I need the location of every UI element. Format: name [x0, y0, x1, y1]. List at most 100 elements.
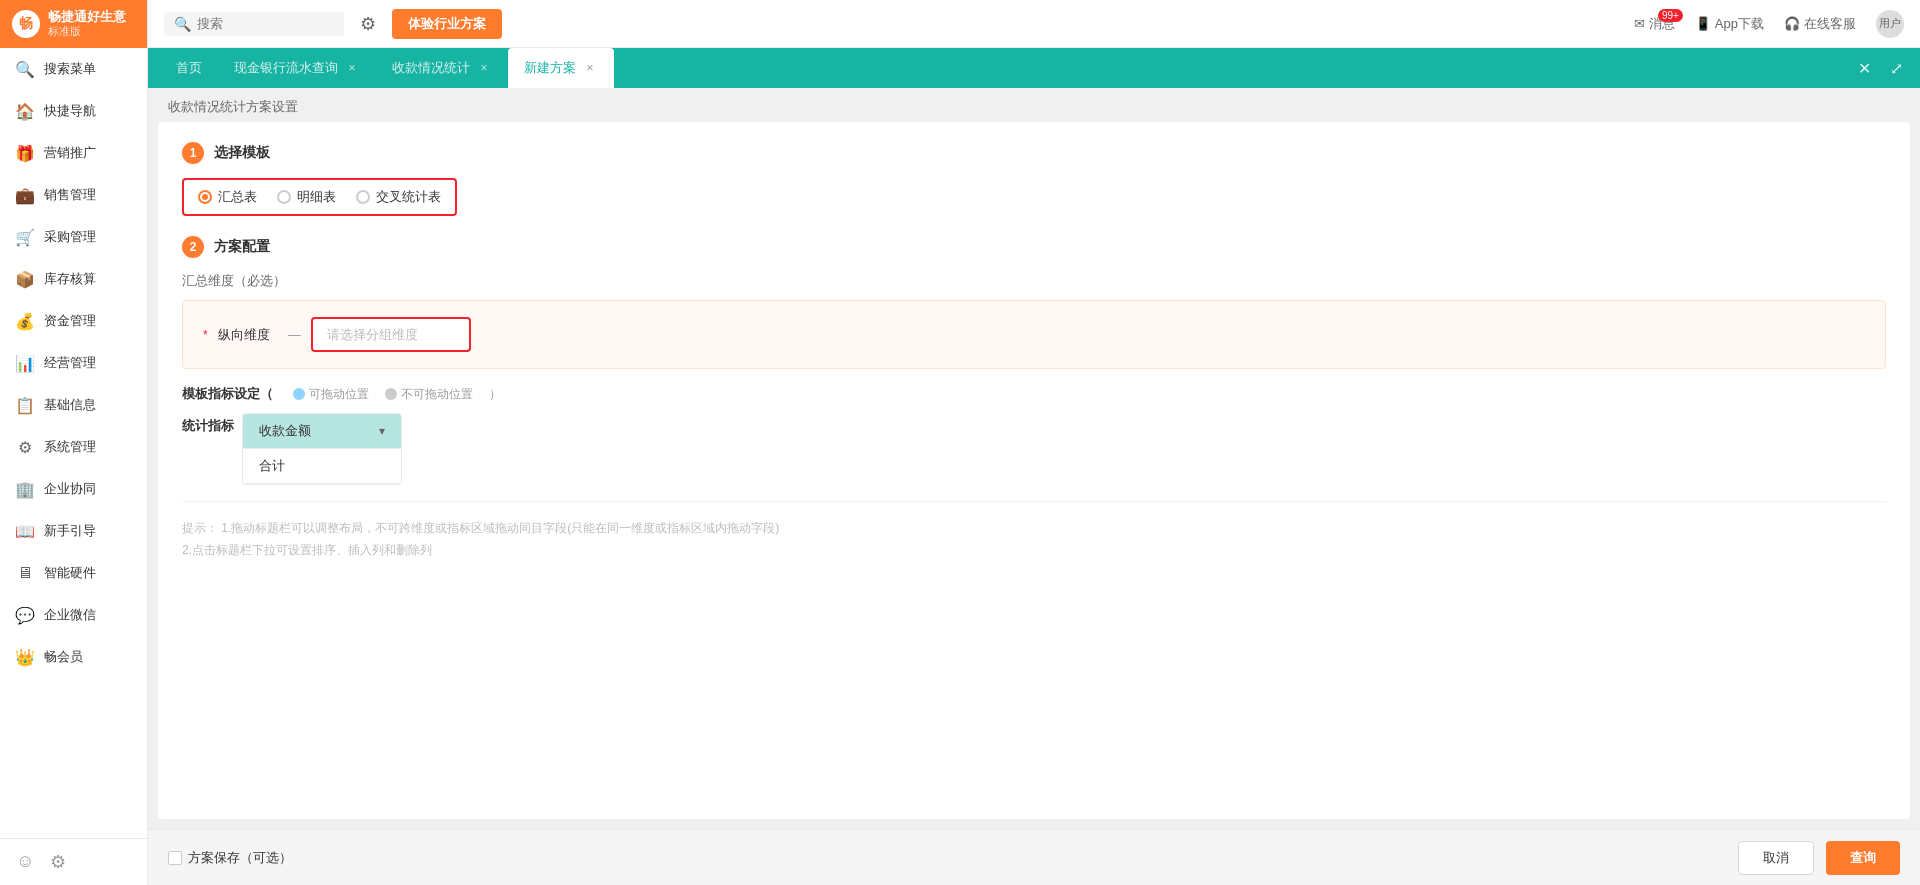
- sidebar-bottom: ☺ ⚙: [0, 838, 147, 885]
- sidebar-item-label: 系统管理: [44, 438, 96, 456]
- sidebar-bottom-icon1[interactable]: ☺: [16, 851, 34, 873]
- indicator-total-label: 合计: [259, 458, 285, 473]
- message-button[interactable]: ✉ 消息 99+: [1634, 15, 1675, 33]
- member-icon: 👑: [16, 648, 34, 666]
- sidebar-item-label: 采购管理: [44, 228, 96, 246]
- sidebar-item-enterprise[interactable]: 🏢 企业协同: [0, 468, 147, 510]
- sidebar-item-system[interactable]: ⚙ 系统管理: [0, 426, 147, 468]
- step2-section: 2 方案配置 汇总维度（必选） * 纵向维度 — 请选择分组维度: [182, 236, 1886, 561]
- tab-bank-flow[interactable]: 现金银行流水查询 ×: [218, 48, 376, 88]
- indicator-col-label: 收款金额: [259, 422, 311, 440]
- indicators-label: 模板指标设定（: [182, 385, 273, 403]
- indicator-chevron-icon[interactable]: ▾: [379, 424, 385, 438]
- sidebar-item-member[interactable]: 👑 畅会员: [0, 636, 147, 678]
- indicator-table-wrapper: 统计指标 收款金额 ▾ 合计: [182, 413, 1886, 485]
- sidebar-item-basic-info[interactable]: 📋 基础信息: [0, 384, 147, 426]
- inventory-icon: 📦: [16, 270, 34, 288]
- dimension-selector[interactable]: 请选择分组维度: [311, 317, 471, 352]
- tab-home[interactable]: 首页: [160, 48, 218, 88]
- radio-cross[interactable]: 交叉统计表: [356, 188, 441, 206]
- tips-section: 提示： 1.拖动标题栏可以调整布局，不可跨维度或指标区域拖动同目字段(只能在同一…: [182, 518, 1886, 561]
- sidebar-item-sales[interactable]: 💼 销售管理: [0, 174, 147, 216]
- radio-detail[interactable]: 明细表: [277, 188, 336, 206]
- query-button[interactable]: 查询: [1826, 841, 1900, 875]
- template-radio-group: 汇总表 明细表 交叉统计表: [198, 188, 441, 206]
- dimension-name: 纵向维度: [218, 326, 278, 344]
- online-service-label: 在线客服: [1804, 15, 1856, 33]
- sidebar-item-label: 经营管理: [44, 354, 96, 372]
- sidebar-item-wechat[interactable]: 💬 企业微信: [0, 594, 147, 636]
- sidebar-item-purchase[interactable]: 🛒 采购管理: [0, 216, 147, 258]
- indicator-stat-label: 统计指标: [182, 413, 234, 485]
- sidebar-item-operation[interactable]: 📊 经营管理: [0, 342, 147, 384]
- sidebar-item-marketing[interactable]: 🎁 营销推广: [0, 132, 147, 174]
- tab-new-plan-close[interactable]: ×: [582, 60, 598, 76]
- drag-dot-gray: [385, 388, 397, 400]
- divider: [182, 501, 1886, 502]
- app-download-label: App下载: [1715, 15, 1764, 33]
- operation-icon: 📊: [16, 354, 34, 372]
- tab-bank-flow-close[interactable]: ×: [344, 60, 360, 76]
- gear-icon[interactable]: ⚙: [360, 13, 376, 35]
- sidebar-item-label: 企业协同: [44, 480, 96, 498]
- indicators-section: 模板指标设定（ 可拖动位置 不可拖动位置 ） 统计指标: [182, 385, 1886, 485]
- tabbar: 首页 现金银行流水查询 × 收款情况统计 × 新建方案 × ✕ ⤢: [148, 48, 1920, 88]
- app-download-button[interactable]: 📱 App下载: [1695, 15, 1764, 33]
- required-marker: *: [203, 328, 208, 342]
- save-checkbox-box[interactable]: [168, 851, 182, 865]
- radio-summary[interactable]: 汇总表: [198, 188, 257, 206]
- finance-icon: 💰: [16, 312, 34, 330]
- dimension-row: * 纵向维度 — 请选择分组维度: [203, 317, 1865, 352]
- step2-number: 2: [182, 236, 204, 258]
- tip-1: 提示： 1.拖动标题栏可以调整布局，不可跨维度或指标区域拖动同目字段(只能在同一…: [182, 518, 1886, 540]
- hardware-icon: 🖥: [16, 564, 34, 582]
- tab-maximize-button[interactable]: ⤢: [1884, 56, 1908, 80]
- trial-button[interactable]: 体验行业方案: [392, 9, 502, 39]
- sidebar-item-label: 资金管理: [44, 312, 96, 330]
- sidebar-bottom-icon2[interactable]: ⚙: [50, 851, 66, 873]
- tab-collection-stat-close[interactable]: ×: [476, 60, 492, 76]
- message-icon: ✉: [1634, 16, 1645, 31]
- dimension-section-label: 汇总维度（必选）: [182, 272, 1886, 290]
- indicator-table: 收款金额 ▾ 合计: [242, 413, 402, 485]
- message-badge: 99+: [1658, 9, 1683, 22]
- topbar-search-box[interactable]: 🔍: [164, 12, 344, 36]
- sidebar-item-quick-nav[interactable]: 🏠 快捷导航: [0, 90, 147, 132]
- radio-summary-label: 汇总表: [218, 188, 257, 206]
- sidebar-logo: 畅 畅捷通好生意 标准版: [0, 0, 147, 48]
- cancel-button[interactable]: 取消: [1738, 841, 1814, 875]
- tab-close-all-button[interactable]: ✕: [1852, 56, 1876, 80]
- user-avatar[interactable]: 用户: [1876, 10, 1904, 38]
- online-service-button[interactable]: 🎧 在线客服: [1784, 15, 1856, 33]
- save-checkbox[interactable]: 方案保存（可选）: [168, 849, 292, 867]
- marketing-icon: 🎁: [16, 144, 34, 162]
- dimension-arrow: —: [288, 327, 301, 342]
- sidebar-item-finance[interactable]: 💰 资金管理: [0, 300, 147, 342]
- sidebar-nav: 🔍 搜索菜单 🏠 快捷导航 🎁 营销推广 💼 销售管理 🛒 采购管理 📦 库存核…: [0, 48, 147, 838]
- indicator-header-row[interactable]: 收款金额 ▾: [243, 414, 401, 449]
- radio-cross-circle: [356, 190, 370, 204]
- drag-fixed-label: 不可拖动位置: [401, 386, 473, 403]
- save-checkbox-label: 方案保存（可选）: [188, 849, 292, 867]
- sidebar: 畅 畅捷通好生意 标准版 🔍 搜索菜单 🏠 快捷导航 🎁 营销推广 💼 销售管理…: [0, 0, 148, 885]
- tabbar-actions: ✕ ⤢: [1852, 56, 1908, 80]
- sidebar-item-search-menu[interactable]: 🔍 搜索菜单: [0, 48, 147, 90]
- main-area: 🔍 ⚙ 体验行业方案 ✉ 消息 99+ 📱 App下载 🎧 在线客服 用户: [148, 0, 1920, 885]
- sidebar-item-label: 畅会员: [44, 648, 83, 666]
- tab-collection-stat[interactable]: 收款情况统计 ×: [376, 48, 508, 88]
- sidebar-item-inventory[interactable]: 📦 库存核算: [0, 258, 147, 300]
- dimension-area: * 纵向维度 — 请选择分组维度: [182, 300, 1886, 369]
- breadcrumb: 收款情况统计方案设置: [148, 88, 1920, 122]
- basic-info-icon: 📋: [16, 396, 34, 414]
- tab-new-plan[interactable]: 新建方案 ×: [508, 48, 614, 88]
- sidebar-item-label: 新手引导: [44, 522, 96, 540]
- sidebar-item-guide[interactable]: 📖 新手引导: [0, 510, 147, 552]
- drag-badge-movable: 可拖动位置: [293, 386, 369, 403]
- sidebar-item-hardware[interactable]: 🖥 智能硬件: [0, 552, 147, 594]
- tip-2: 2.点击标题栏下拉可设置排序、插入列和删除列: [182, 540, 1886, 562]
- guide-icon: 📖: [16, 522, 34, 540]
- sidebar-item-label: 销售管理: [44, 186, 96, 204]
- wechat-icon: 💬: [16, 606, 34, 624]
- search-input[interactable]: [197, 16, 317, 31]
- logo-version: 标准版: [48, 24, 126, 39]
